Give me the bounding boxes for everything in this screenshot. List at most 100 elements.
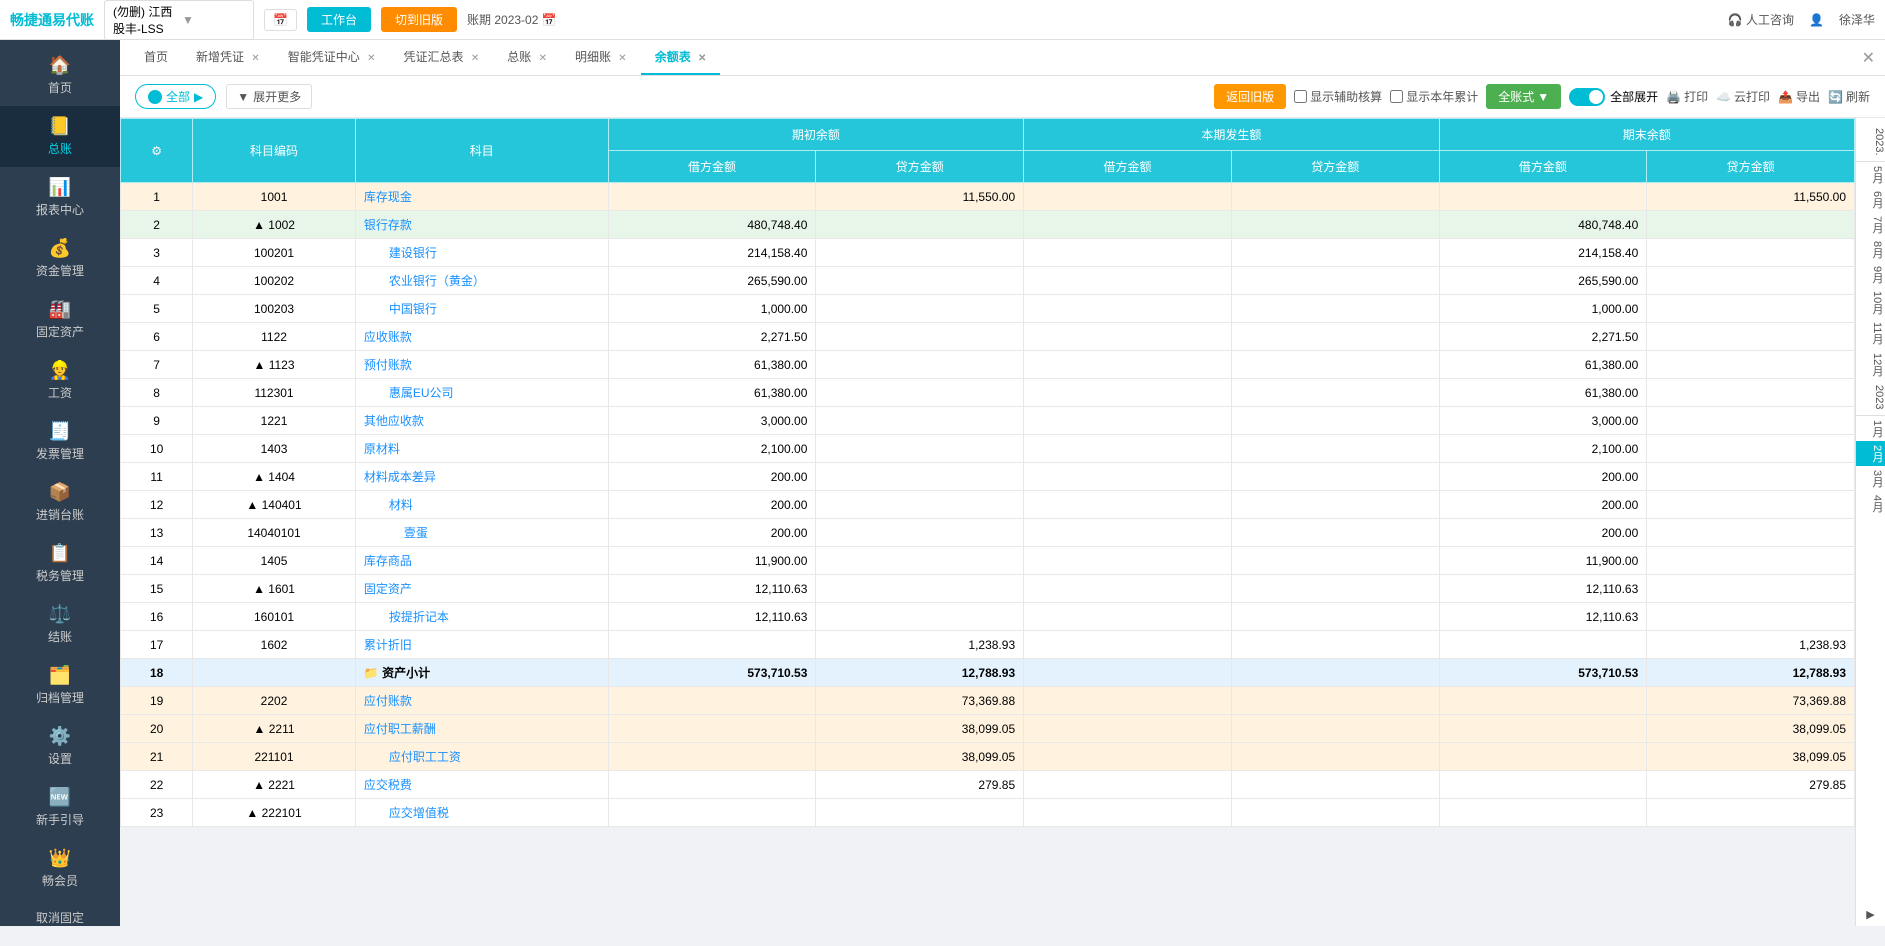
print-btn[interactable]: 🖨️ 打印: [1666, 88, 1708, 105]
year-checkbox-input[interactable]: [1390, 90, 1403, 103]
tab-home[interactable]: 首页: [130, 40, 182, 75]
export-btn[interactable]: 📤 导出: [1778, 88, 1820, 105]
td-name[interactable]: 惠属EU公司: [355, 379, 608, 407]
right-panel-month-7[interactable]: 7月: [1856, 212, 1885, 237]
company-selector[interactable]: (勿删) 江西股丰-LSS ▼: [104, 0, 254, 40]
subject-name-link[interactable]: 壹蛋: [364, 526, 428, 540]
show-year-checkbox[interactable]: 显示本年累计: [1390, 88, 1478, 105]
right-panel-month-2[interactable]: 2月: [1856, 441, 1885, 466]
tab-close-new-voucher[interactable]: ✕: [251, 53, 259, 64]
sidebar-item-fixed[interactable]: 🏭 固定资产: [0, 289, 120, 350]
td-name[interactable]: 应付职工工资: [355, 743, 608, 771]
refresh-btn[interactable]: 🔄 刷新: [1828, 88, 1870, 105]
subject-name-link[interactable]: 应付职工薪酬: [364, 722, 436, 736]
filter-all-btn[interactable]: 全部 ▶: [135, 84, 216, 109]
subject-name-link[interactable]: 材料: [364, 498, 413, 512]
tab-balance-sheet[interactable]: 余额表 ✕: [641, 40, 721, 75]
subject-name-link[interactable]: 银行存款: [364, 218, 412, 232]
tab-general-ledger[interactable]: 总账 ✕: [493, 40, 561, 75]
subject-name-link[interactable]: 应交税费: [364, 778, 412, 792]
right-panel-month-12[interactable]: 12月: [1856, 349, 1885, 380]
td-name[interactable]: 建设银行: [355, 239, 608, 267]
format-btn[interactable]: 全账式 ▼: [1486, 84, 1561, 109]
right-panel-month-6[interactable]: 6月: [1856, 187, 1885, 212]
td-name[interactable]: 农业银行（黄金）: [355, 267, 608, 295]
subject-name-link[interactable]: 建设银行: [364, 246, 437, 260]
workbench-btn[interactable]: 工作台: [307, 7, 371, 32]
td-name[interactable]: 原材料: [355, 435, 608, 463]
tab-bar-close-btn[interactable]: ✕: [1862, 48, 1875, 68]
tab-voucher-summary[interactable]: 凭证汇总表 ✕: [389, 40, 493, 75]
sidebar-item-ledger[interactable]: 📒 总账: [0, 106, 120, 167]
sidebar-item-purchase[interactable]: 📦 进销台账: [0, 472, 120, 533]
td-name[interactable]: 按提折记本: [355, 603, 608, 631]
right-panel-month-5[interactable]: 5月: [1856, 162, 1885, 187]
sidebar-item-settings[interactable]: ⚙️ 设置: [0, 716, 120, 777]
right-panel-month-8[interactable]: 8月: [1856, 237, 1885, 262]
tab-smart-voucher[interactable]: 智能凭证中心 ✕: [274, 40, 390, 75]
subject-name-link[interactable]: 惠属EU公司: [364, 386, 454, 400]
calendar-btn[interactable]: 📅: [264, 9, 297, 31]
right-panel-month-10[interactable]: 10月: [1856, 287, 1885, 318]
subject-name-link[interactable]: 中国银行: [364, 302, 437, 316]
expand-all-toggle[interactable]: 全部展开: [1569, 88, 1658, 106]
cloud-print-btn[interactable]: ☁️ 云打印: [1716, 88, 1770, 105]
subject-name-link[interactable]: 应交增值税: [364, 806, 449, 820]
subject-name-link[interactable]: 库存商品: [364, 554, 412, 568]
sidebar-item-invoice[interactable]: 🧾 发票管理: [0, 411, 120, 472]
td-name[interactable]: 应付账款: [355, 687, 608, 715]
td-name[interactable]: 应付职工薪酬: [355, 715, 608, 743]
td-name[interactable]: 其他应收款: [355, 407, 608, 435]
right-panel-month-4[interactable]: 4月: [1856, 491, 1885, 516]
sidebar-item-member[interactable]: 👑 畅会员: [0, 838, 120, 899]
td-name[interactable]: 📁 资产小计: [355, 659, 608, 687]
td-name[interactable]: 库存现金: [355, 183, 608, 211]
td-name[interactable]: 银行存款: [355, 211, 608, 239]
sidebar-item-report[interactable]: 📊 报表中心: [0, 167, 120, 228]
tab-close-balance-sheet[interactable]: ✕: [698, 53, 706, 64]
subject-name-link[interactable]: 固定资产: [364, 582, 412, 596]
right-panel-month-1[interactable]: 1月: [1856, 416, 1885, 441]
right-panel-collapse-btn[interactable]: ▶: [1866, 903, 1874, 926]
right-panel-month-9[interactable]: 9月: [1856, 262, 1885, 287]
td-name[interactable]: 中国银行: [355, 295, 608, 323]
td-name[interactable]: 累计折旧: [355, 631, 608, 659]
show-assist-checkbox[interactable]: 显示辅助核算: [1294, 88, 1382, 105]
td-name[interactable]: 应收账款: [355, 323, 608, 351]
subject-name-link[interactable]: 原材料: [364, 442, 400, 456]
sidebar-item-tax[interactable]: 📋 税务管理: [0, 533, 120, 594]
right-panel-month-3[interactable]: 3月: [1856, 466, 1885, 491]
return-old-btn[interactable]: 返回旧版: [1214, 84, 1286, 109]
sidebar-item-settle[interactable]: ⚖️ 结账: [0, 594, 120, 655]
sidebar-item-archive[interactable]: 🗂️ 归档管理: [0, 655, 120, 716]
td-name[interactable]: 预付账款: [355, 351, 608, 379]
tab-close-general-ledger[interactable]: ✕: [539, 53, 547, 64]
tab-close-voucher-summary[interactable]: ✕: [471, 53, 479, 64]
unpin-btn[interactable]: 取消固定: [0, 899, 120, 936]
td-name[interactable]: 应交增值税: [355, 799, 608, 827]
tab-close-smart-voucher[interactable]: ✕: [367, 53, 375, 64]
tab-detail-ledger[interactable]: 明细账 ✕: [561, 40, 641, 75]
switch-old-btn[interactable]: 切到旧版: [381, 7, 457, 32]
tab-close-detail-ledger[interactable]: ✕: [618, 53, 626, 64]
subject-name-link[interactable]: 累计折旧: [364, 638, 412, 652]
td-name[interactable]: 库存商品: [355, 547, 608, 575]
subject-name-link[interactable]: 库存现金: [364, 190, 412, 204]
subject-name-link[interactable]: 应付职工工资: [364, 750, 461, 764]
expand-more-btn[interactable]: ▼ 展开更多: [226, 84, 312, 109]
subject-name-link[interactable]: 按提折记本: [364, 610, 449, 624]
subject-name-link[interactable]: 其他应收款: [364, 414, 424, 428]
table-container[interactable]: ⚙ 科目编码 科目 期初余额 本期发生额 期末余额 借方金额 贷方金额 借方金额: [120, 118, 1855, 926]
right-panel-month-11[interactable]: 11月: [1856, 318, 1885, 348]
td-name[interactable]: 材料: [355, 491, 608, 519]
subject-name-link[interactable]: 应付账款: [364, 694, 412, 708]
toggle-switch[interactable]: [1569, 88, 1605, 106]
sidebar-item-payroll[interactable]: 👷 工资: [0, 350, 120, 411]
subject-name-link[interactable]: 材料成本差异: [364, 470, 436, 484]
subject-name-link[interactable]: 应收账款: [364, 330, 412, 344]
subject-name-link[interactable]: 预付账款: [364, 358, 412, 372]
td-name[interactable]: 壹蛋: [355, 519, 608, 547]
sidebar-item-capital[interactable]: 💰 资金管理: [0, 228, 120, 289]
sidebar-item-home[interactable]: 🏠 首页: [0, 45, 120, 106]
consult-label[interactable]: 🎧 人工咨询: [1728, 11, 1794, 28]
